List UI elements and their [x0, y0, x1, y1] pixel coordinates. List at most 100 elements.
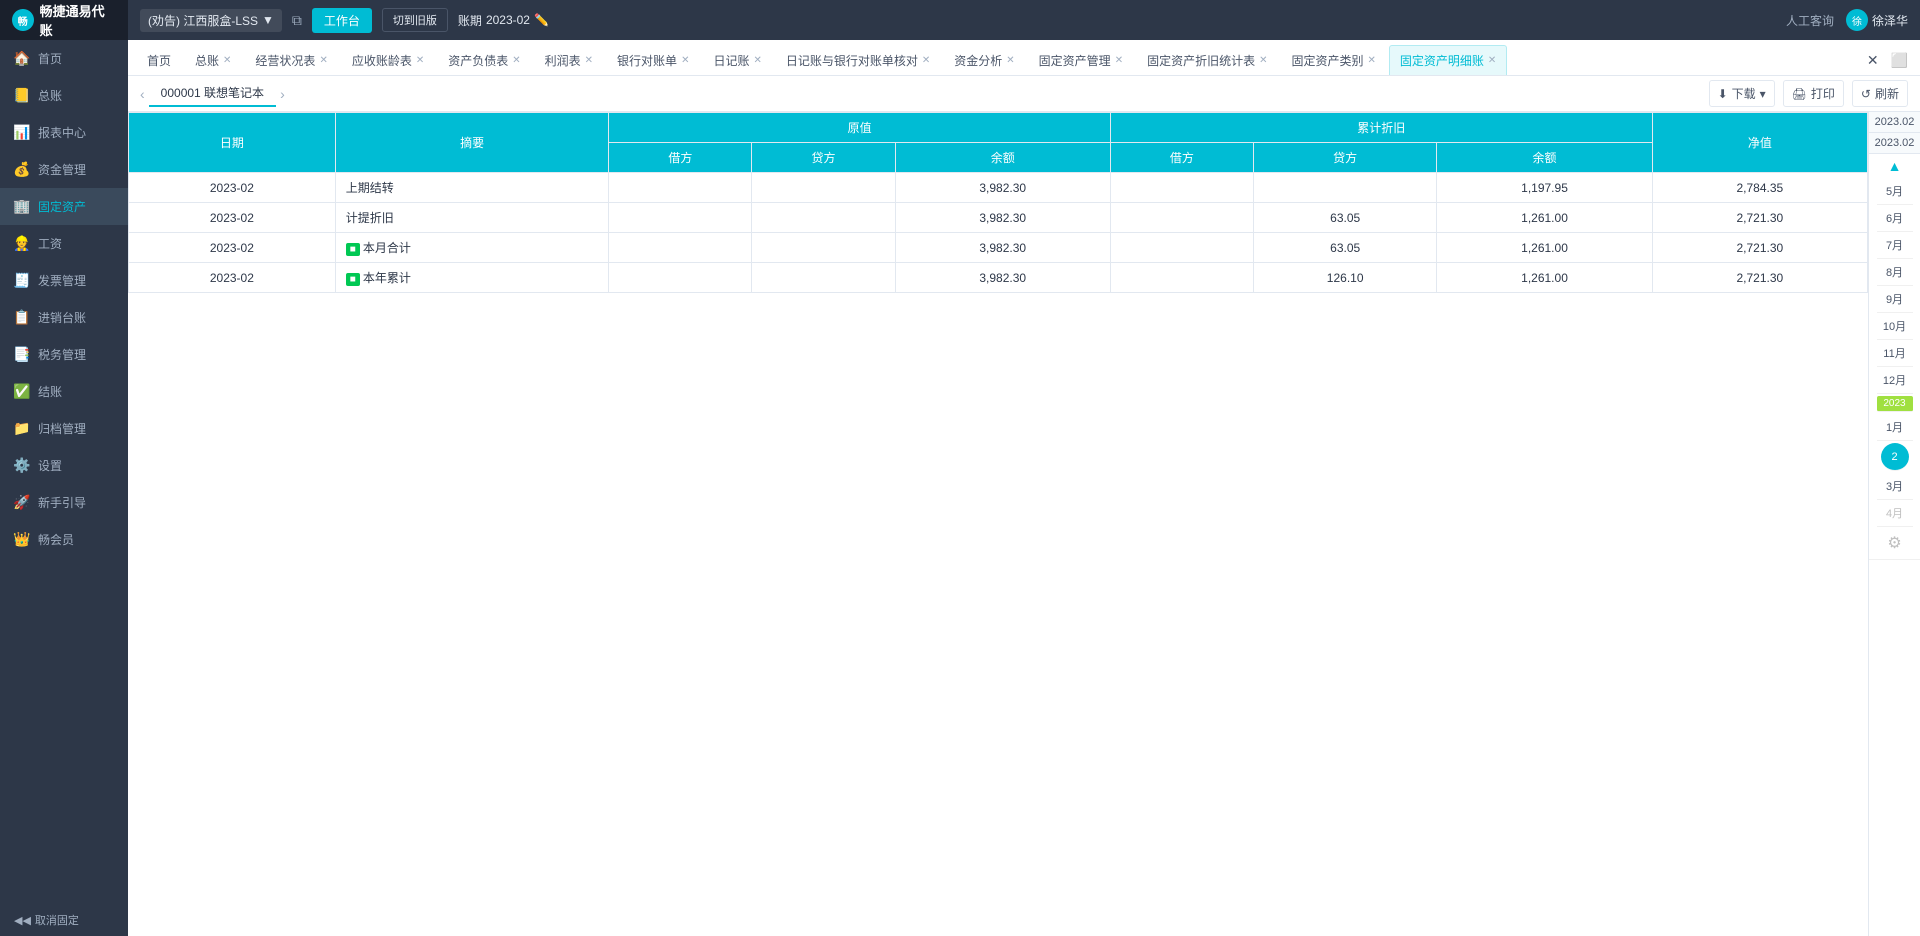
date-settings-icon[interactable]: ⚙: [1869, 527, 1920, 560]
sidebar-item-guide[interactable]: 🚀 新手引导: [0, 484, 128, 521]
unpin-button[interactable]: ◀◀ 取消固定: [0, 904, 128, 936]
cell-lj-balance-2: 1,261.00: [1437, 233, 1652, 263]
cell-yz-balance-0: 3,982.30: [895, 173, 1110, 203]
date-panel-year-prev[interactable]: 2023.02: [1869, 112, 1920, 133]
date-month-8[interactable]: 2023: [1877, 396, 1913, 412]
tab-close-13[interactable]: ✕: [1488, 55, 1496, 66]
tab-11[interactable]: 固定资产折旧统计表✕: [1136, 45, 1278, 75]
sidebar-item-archive[interactable]: 📁 归档管理: [0, 410, 128, 447]
tab-6[interactable]: 银行对账单✕: [606, 45, 700, 75]
cell-yz-credit-2: [752, 233, 895, 263]
date-panel-year-curr[interactable]: 2023.02: [1869, 133, 1920, 154]
tab-close-4[interactable]: ✕: [512, 55, 520, 66]
sidebar-label-settings: 设置: [38, 457, 62, 474]
tab-close-9[interactable]: ✕: [1006, 55, 1014, 66]
period-edit-icon[interactable]: ✏️: [534, 13, 549, 27]
cell-date-0: 2023-02: [129, 173, 336, 203]
sidebar-item-invoice[interactable]: 🧾 发票管理: [0, 262, 128, 299]
date-month-3[interactable]: 8月: [1877, 259, 1913, 286]
col-leiji-balance: 余额: [1437, 143, 1652, 173]
sidebar-item-home[interactable]: 🏠 首页: [0, 40, 128, 77]
tab-2[interactable]: 经营状况表✕: [244, 45, 338, 75]
close-tab-button[interactable]: ✕: [1863, 50, 1883, 71]
tab-5[interactable]: 利润表✕: [534, 45, 604, 75]
sidebar-icon-archive: 📁: [14, 421, 30, 437]
sidebar-item-salary[interactable]: 👷 工资: [0, 225, 128, 262]
tab-3[interactable]: 应收账龄表✕: [341, 45, 435, 75]
table-row: 2023-02 上期结转 3,982.30 1,197.95 2,784.35: [129, 173, 1868, 203]
sub-bar-next[interactable]: ›: [280, 86, 285, 102]
tab-10[interactable]: 固定资产管理✕: [1028, 45, 1134, 75]
sidebar-item-checkout[interactable]: ✅ 结账: [0, 373, 128, 410]
sidebar-item-ledger[interactable]: 📒 总账: [0, 77, 128, 114]
user-menu[interactable]: 徐 徐泽华: [1846, 9, 1908, 31]
date-month-10[interactable]: 2: [1881, 443, 1909, 471]
tab-7[interactable]: 日记账✕: [702, 45, 772, 75]
tab-close-12[interactable]: ✕: [1368, 55, 1376, 66]
workbench-button[interactable]: 工作台: [312, 8, 372, 33]
service-link[interactable]: 人工客询: [1786, 12, 1834, 29]
sidebar-item-tax[interactable]: 📑 税务管理: [0, 336, 128, 373]
date-month-12[interactable]: 4月: [1877, 500, 1913, 527]
download-button[interactable]: ⬇ 下载 ▾: [1709, 80, 1775, 107]
copy-icon[interactable]: ⧉: [292, 12, 302, 29]
tab-9[interactable]: 资金分析✕: [943, 45, 1025, 75]
sub-bar-prev[interactable]: ‹: [140, 86, 145, 102]
date-month-11[interactable]: 3月: [1877, 473, 1913, 500]
cell-date-2: 2023-02: [129, 233, 336, 263]
sidebar-icon-fixed-assets: 🏢: [14, 199, 30, 215]
refresh-button[interactable]: ↺ 刷新: [1852, 80, 1908, 107]
tab-12[interactable]: 固定资产类别✕: [1280, 45, 1386, 75]
tab-close-6[interactable]: ✕: [681, 55, 689, 66]
company-name: (劝告) 江西服盒-LSS: [148, 12, 258, 29]
print-button[interactable]: 🖨 打印: [1783, 80, 1844, 107]
cell-yz-debit-3: [609, 263, 752, 293]
sidebar-icon-home: 🏠: [14, 51, 30, 67]
sidebar-item-sales[interactable]: 📋 进销台账: [0, 299, 128, 336]
date-month-1[interactable]: 6月: [1877, 205, 1913, 232]
sub-bar-right: ⬇ 下载 ▾ 🖨 打印 ↺ 刷新: [1709, 80, 1908, 107]
sidebar-item-settings[interactable]: ⚙️ 设置: [0, 447, 128, 484]
date-month-5[interactable]: 10月: [1877, 313, 1913, 340]
sidebar-item-member[interactable]: 👑 畅会员: [0, 521, 128, 558]
date-month-0[interactable]: 5月: [1877, 178, 1913, 205]
tab-close-1[interactable]: ✕: [223, 55, 231, 66]
cell-jingzhi-1: 2,721.30: [1652, 203, 1867, 233]
col-date: 日期: [129, 113, 336, 173]
tab-0[interactable]: 首页: [136, 45, 182, 75]
sidebar-item-reports[interactable]: 📊 报表中心: [0, 114, 128, 151]
maximize-tab-button[interactable]: ⬜: [1887, 50, 1912, 71]
sidebar-item-funds[interactable]: 💰 资金管理: [0, 151, 128, 188]
download-label: 下载: [1732, 85, 1756, 102]
date-up-button[interactable]: ▲: [1869, 154, 1920, 178]
sub-tab-asset[interactable]: 000001 联想笔记本: [149, 80, 276, 107]
tab-close-3[interactable]: ✕: [416, 55, 424, 66]
cell-lj-credit-0: [1253, 173, 1436, 203]
tab-close-10[interactable]: ✕: [1115, 55, 1123, 66]
tab-4[interactable]: 资产负债表✕: [437, 45, 531, 75]
date-month-2[interactable]: 7月: [1877, 232, 1913, 259]
date-month-6[interactable]: 11月: [1877, 340, 1913, 367]
tab-close-7[interactable]: ✕: [753, 55, 761, 66]
company-selector[interactable]: (劝告) 江西服盒-LSS ▼: [140, 9, 282, 32]
date-month-4[interactable]: 9月: [1877, 286, 1913, 313]
switch-version-button[interactable]: 切到旧版: [382, 8, 448, 32]
table-area: 日期 摘要 原值 累计折旧 净值 借方 贷方 余额 借方 贷方 余额: [128, 112, 1868, 936]
tab-close-2[interactable]: ✕: [319, 55, 327, 66]
tab-1[interactable]: 总账✕: [184, 45, 242, 75]
date-month-7[interactable]: 12月: [1877, 367, 1913, 394]
tab-13[interactable]: 固定资产明细账✕: [1389, 45, 1507, 75]
date-month-9[interactable]: 1月: [1877, 414, 1913, 441]
tab-close-8[interactable]: ✕: [922, 55, 930, 66]
avatar: 徐: [1846, 9, 1868, 31]
sidebar-label-member: 畅会员: [38, 531, 74, 548]
tab-8[interactable]: 日记账与银行对账单核对✕: [775, 45, 941, 75]
sidebar-label-guide: 新手引导: [38, 494, 86, 511]
tab-close-11[interactable]: ✕: [1259, 55, 1267, 66]
tab-close-5[interactable]: ✕: [585, 55, 593, 66]
sidebar-item-fixed-assets[interactable]: 🏢 固定资产: [0, 188, 128, 225]
user-name: 徐泽华: [1872, 12, 1908, 29]
date-panel: 2023.02 2023.02 ▲ 5月6月7月8月9月10月11月12月 202…: [1868, 112, 1920, 936]
col-yuanzhi-debit: 借方: [609, 143, 752, 173]
col-jingzhi: 净值: [1652, 113, 1867, 173]
